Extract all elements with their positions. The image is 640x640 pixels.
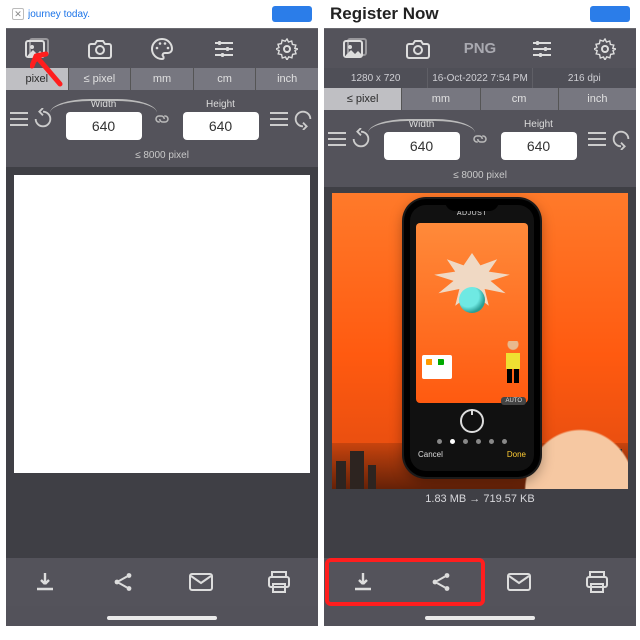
share-button[interactable] (93, 562, 153, 602)
unit-mm[interactable]: mm (131, 68, 194, 90)
phone-auto-badge: AUTO (501, 397, 526, 405)
gallery-icon (343, 38, 367, 60)
mail-icon (507, 573, 531, 591)
share-icon (430, 571, 452, 593)
download-button[interactable] (333, 562, 393, 602)
bottom-bar (6, 558, 318, 606)
unit-mm[interactable]: mm (402, 88, 480, 110)
print-button[interactable] (567, 562, 627, 602)
swap-arc-icon (368, 119, 475, 133)
menu-icon-right[interactable] (270, 112, 288, 126)
screenshot-left: ✕ journey today. pixel ≤ pixel mm cm inc… (6, 0, 318, 626)
phone-dial-icon (460, 409, 484, 433)
settings-button[interactable] (261, 29, 313, 69)
canvas-area: ADJUST AUTO Cancel Done (324, 187, 636, 563)
height-field: Height (175, 99, 266, 140)
mail-icon (189, 573, 213, 591)
gallery-icon (25, 38, 49, 60)
gear-icon (276, 38, 298, 60)
width-field: Width (58, 99, 149, 140)
palette-icon (151, 38, 173, 60)
size-limit-hint: ≤ 8000 pixel (6, 148, 318, 167)
width-field: Width (376, 119, 467, 160)
canvas-area (6, 167, 318, 559)
menu-icon[interactable] (10, 112, 28, 126)
download-icon (34, 571, 56, 593)
unit-lepixel[interactable]: ≤ pixel (324, 88, 402, 110)
camera-button[interactable] (74, 29, 126, 69)
unit-pixel[interactable]: pixel (6, 68, 69, 90)
bottom-bar (324, 558, 636, 606)
height-field: Height (493, 119, 584, 160)
screenshot-right: Register Now PNG 1280 x 720 16-Oct-2022 … (324, 0, 636, 626)
phone-done: Done (507, 450, 526, 459)
email-button[interactable] (171, 562, 231, 602)
unit-cm[interactable]: cm (194, 68, 257, 90)
adjust-button[interactable] (198, 29, 250, 69)
top-toolbar (6, 28, 318, 68)
loaded-image[interactable]: ADJUST AUTO Cancel Done (332, 193, 628, 489)
email-button[interactable] (489, 562, 549, 602)
image-phone: ADJUST AUTO Cancel Done (404, 199, 540, 477)
rotate-cw-icon[interactable] (610, 128, 632, 150)
home-indicator (107, 616, 217, 620)
image-info-strip: 1280 x 720 16-Oct-2022 7:54 PM 216 dpi (324, 68, 636, 88)
ad-text: Register Now (330, 4, 590, 24)
share-button[interactable] (411, 562, 471, 602)
unit-lepixel[interactable]: ≤ pixel (69, 68, 132, 90)
height-input[interactable] (501, 132, 577, 160)
height-input[interactable] (183, 112, 259, 140)
menu-icon-right[interactable] (588, 132, 606, 146)
rotate-cw-icon[interactable] (292, 108, 314, 130)
sliders-icon (213, 39, 235, 59)
top-toolbar: PNG (324, 28, 636, 68)
ad-close-icon[interactable]: ✕ (12, 8, 24, 20)
download-button[interactable] (15, 562, 75, 602)
ad-banner[interactable]: Register Now (324, 0, 636, 28)
gallery-button[interactable] (11, 29, 63, 69)
unit-inch[interactable]: inch (559, 88, 636, 110)
ad-banner[interactable]: ✕ journey today. (6, 0, 318, 28)
dimension-row: Width Height (324, 110, 636, 168)
link-icon[interactable] (471, 130, 489, 148)
unit-inch[interactable]: inch (256, 68, 318, 90)
width-input[interactable] (66, 112, 142, 140)
size-limit-hint: ≤ 8000 pixel (324, 168, 636, 187)
adjust-button[interactable] (516, 29, 568, 69)
dimension-row: Width Height (6, 90, 318, 148)
size-reduction-info: 1.83 MB → 719.57 KB (425, 493, 534, 505)
print-button[interactable] (249, 562, 309, 602)
blank-canvas[interactable] (14, 175, 310, 473)
info-date: 16-Oct-2022 7:54 PM (428, 68, 532, 88)
share-icon (112, 571, 134, 593)
printer-icon (585, 571, 609, 593)
settings-button[interactable] (579, 29, 631, 69)
format-badge[interactable]: PNG (454, 29, 506, 69)
gear-icon (594, 38, 616, 60)
home-indicator (425, 616, 535, 620)
ad-text: journey today. (28, 9, 272, 20)
ad-cta-button[interactable] (272, 6, 312, 22)
camera-button[interactable] (392, 29, 444, 69)
camera-icon (88, 39, 112, 59)
phone-cancel: Cancel (418, 450, 443, 459)
ad-cta-button[interactable] (590, 6, 630, 22)
camera-icon (406, 39, 430, 59)
gallery-button[interactable] (329, 29, 381, 69)
download-icon (352, 571, 374, 593)
unit-cm[interactable]: cm (481, 88, 559, 110)
unit-tabs: ≤ pixel mm cm inch (324, 88, 636, 110)
palette-button[interactable] (136, 29, 188, 69)
info-resolution: 1280 x 720 (324, 68, 428, 88)
link-icon[interactable] (153, 110, 171, 128)
info-dpi: 216 dpi (533, 68, 636, 88)
unit-tabs: pixel ≤ pixel mm cm inch (6, 68, 318, 90)
sliders-icon (531, 39, 553, 59)
menu-icon[interactable] (328, 132, 346, 146)
swap-arc-icon (50, 99, 157, 113)
width-input[interactable] (384, 132, 460, 160)
printer-icon (267, 571, 291, 593)
